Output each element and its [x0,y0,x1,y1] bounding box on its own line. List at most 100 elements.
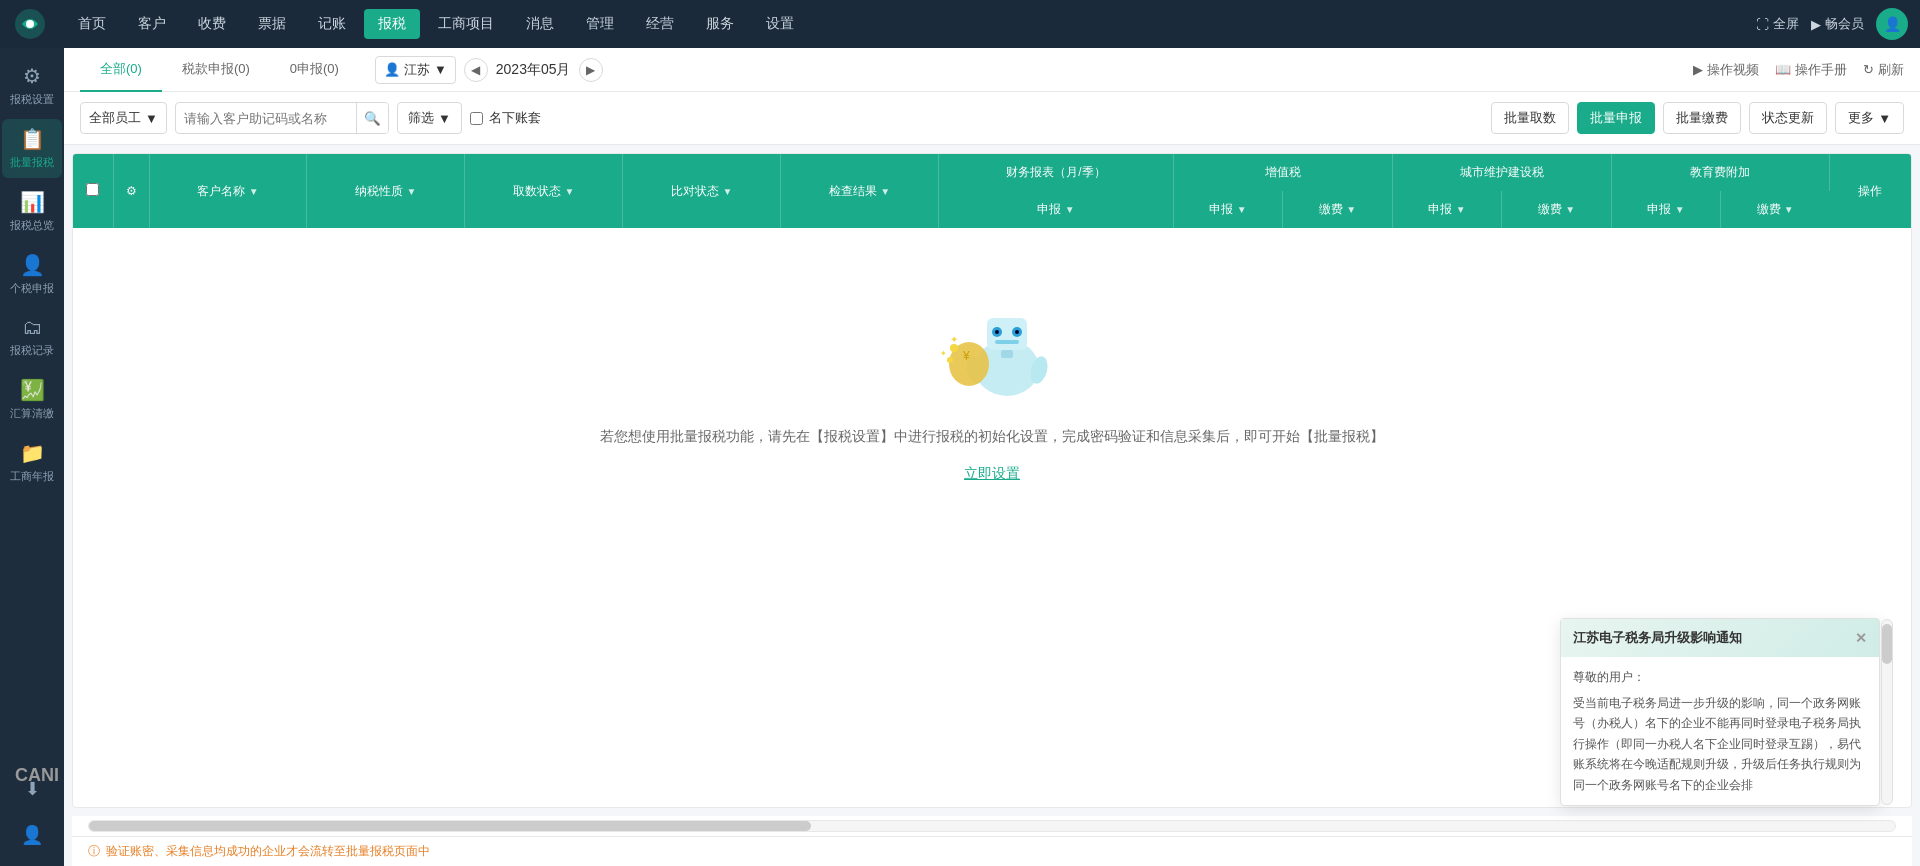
user-avatar[interactable]: 👤 [1876,8,1908,40]
tab-all[interactable]: 全部(0) [80,48,162,92]
nav-business[interactable]: 工商项目 [424,9,508,39]
video-icon: ▶ [1693,62,1703,77]
status-update-button[interactable]: 状态更新 [1749,102,1827,134]
notification-body: 尊敬的用户： 受当前电子税务局进一步升级的影响，同一个政务网账号（办税人）名下的… [1561,657,1879,805]
search-button[interactable]: 🔍 [356,102,388,134]
checkbox-label[interactable]: 名下账套 [470,109,541,127]
operation-video-link[interactable]: ▶ 操作视频 [1693,61,1759,79]
tax-records-icon: 🗂 [22,316,42,339]
nav-billing[interactable]: 收费 [184,9,240,39]
toolbar-right: 批量取数 批量申报 批量缴费 状态更新 更多 ▼ [1491,102,1904,134]
nav-invoice[interactable]: 票据 [244,9,300,39]
tab-zero-declare[interactable]: 0申报(0) [270,48,359,92]
sidebar-item-batch-tax[interactable]: 📋 批量报税 [2,119,62,178]
sidebar-item-annual-report[interactable]: 📁 工商年报 [2,433,62,492]
batch-pay-button[interactable]: 批量缴费 [1663,102,1741,134]
batch-fetch-button[interactable]: 批量取数 [1491,102,1569,134]
sidebar-settings-button[interactable]: 👤 [13,816,51,854]
empty-message: 若您想使用批量报税功能，请先在【报税设置】中进行报税的初始化设置，完成密码验证和… [600,424,1384,449]
current-month: 2023年05月 [496,61,571,79]
operation-manual-link[interactable]: 📖 操作手册 [1775,61,1847,79]
nav-settings[interactable]: 设置 [752,9,808,39]
tabs-nav-row: 全部(0) 税款申报(0) 0申报(0) 👤 江苏 ▼ ◀ 2023年05月 ▶ [64,48,1920,92]
vip-button[interactable]: ▶ 畅会员 [1811,15,1864,33]
horizontal-scrollbar[interactable] [88,820,1896,832]
warning-icon: ⓘ [88,843,100,860]
sidebar-item-settlement[interactable]: 💹 汇算清缴 [2,370,62,429]
sidebar-item-tax-records[interactable]: 🗂 报税记录 [2,308,62,366]
warning-text: 验证账密、采集信息均成功的企业才会流转至批量报税页面中 [106,843,430,860]
svg-point-6 [995,330,999,334]
nav-tax[interactable]: 报税 [364,9,420,39]
nav-management[interactable]: 管理 [572,9,628,39]
cani-watermark: CANI [0,744,74,806]
svg-text:✦: ✦ [950,334,958,345]
filter-chevron-icon: ▼ [438,111,451,126]
batch-tax-icon: 📋 [20,127,45,151]
nav-home[interactable]: 首页 [64,9,120,39]
refresh-icon: ↻ [1863,62,1874,77]
vip-icon: ▶ [1811,17,1821,32]
month-navigator: ◀ 2023年05月 ▶ [464,58,603,82]
fetch-status-header: 取数状态 ▼ [465,154,623,228]
svg-rect-8 [995,340,1019,344]
data-table: ⚙ 客户名称 ▼ 纳税性质 ▼ 取数状态 ▼ [73,154,1911,543]
tab-tax-declare[interactable]: 税款申报(0) [162,48,270,92]
edu-pay-header: 缴费 ▼ [1721,191,1829,228]
settlement-icon: 💹 [20,378,45,402]
check-result-header: 检查结果 ▼ [781,154,939,228]
svg-point-15 [947,357,953,363]
fullscreen-button[interactable]: ⛶ 全屏 [1756,15,1799,33]
app-logo[interactable] [12,6,48,42]
select-all-checkbox[interactable] [86,183,99,196]
notification-content: 江苏电子税务局升级影响通知 ✕ 尊敬的用户： 受当前电子税务局进一步升级的影响，… [1561,619,1879,805]
sidebar-item-tax-overview[interactable]: 📊 报税总览 [2,182,62,241]
toolbar: 全部员工 ▼ 🔍 筛选 ▼ 名下账套 批量取数 批量申报 批量缴费 状态更新 [64,92,1920,145]
annual-report-icon: 📁 [20,441,45,465]
next-month-button[interactable]: ▶ [579,58,603,82]
nav-bookkeeping[interactable]: 记账 [304,9,360,39]
svg-point-7 [1015,330,1019,334]
nav-messages[interactable]: 消息 [512,9,568,39]
nav-customer[interactable]: 客户 [124,9,180,39]
nav-operations[interactable]: 经营 [632,9,688,39]
region-select[interactable]: 👤 江苏 ▼ [375,56,456,84]
region-person-icon: 👤 [384,62,400,77]
horizontal-scrollbar-area [72,816,1912,836]
nav-service[interactable]: 服务 [692,9,748,39]
notification-panel: 江苏电子税务局升级影响通知 ✕ 尊敬的用户： 受当前电子税务局进一步升级的影响，… [1560,618,1880,806]
sidebar-item-personal-tax[interactable]: 👤 个税申报 [2,245,62,304]
batch-declare-button[interactable]: 批量申报 [1577,102,1655,134]
more-button[interactable]: 更多 ▼ [1835,102,1904,134]
compare-status-filter-icon[interactable]: ▼ [722,186,732,197]
employee-select-label: 全部员工 [89,109,141,127]
tax-type-header: 纳税性质 ▼ [307,154,465,228]
prev-month-button[interactable]: ◀ [464,58,488,82]
robot-illustration: ¥ ✦ ✦ [922,288,1062,408]
select-all-header [73,154,113,228]
urban-declare-header: 申报 ▼ [1392,191,1501,228]
edu-declare-header: 申报 ▼ [1611,191,1720,228]
warning-bar: ⓘ 验证账密、采集信息均成功的企业才会流转至批量报税页面中 [72,836,1912,866]
sidebar-item-tax-settings[interactable]: ⚙ 报税设置 [2,56,62,115]
check-result-filter-icon[interactable]: ▼ [880,186,890,197]
refresh-button[interactable]: ↻ 刷新 [1863,61,1904,79]
tax-type-filter-icon[interactable]: ▼ [407,186,417,197]
fetch-status-filter-icon[interactable]: ▼ [564,186,574,197]
financial-report-declare-header: 申报 ▼ [939,191,1174,228]
notification-close-button[interactable]: ✕ [1855,630,1867,646]
filter-button[interactable]: 筛选 ▼ [397,102,462,134]
search-input[interactable] [176,107,356,130]
accounts-checkbox[interactable] [470,112,483,125]
vat-header: 增值税 [1173,154,1392,191]
personal-tax-icon: 👤 [20,253,45,277]
setup-link[interactable]: 立即设置 [964,465,1020,483]
top-navigation: 首页 客户 收费 票据 记账 报税 工商项目 消息 管理 经营 服务 设置 ⛶ … [0,0,1920,48]
region-month-group: 👤 江苏 ▼ ◀ 2023年05月 ▶ [375,56,603,84]
compare-status-header: 比对状态 ▼ [623,154,781,228]
notification-scrollbar[interactable] [1881,619,1893,805]
education-surcharge-header: 教育费附加 [1611,154,1829,191]
svg-point-14 [950,344,958,352]
employee-select[interactable]: 全部员工 ▼ [80,102,167,134]
customer-name-filter-icon[interactable]: ▼ [249,186,259,197]
